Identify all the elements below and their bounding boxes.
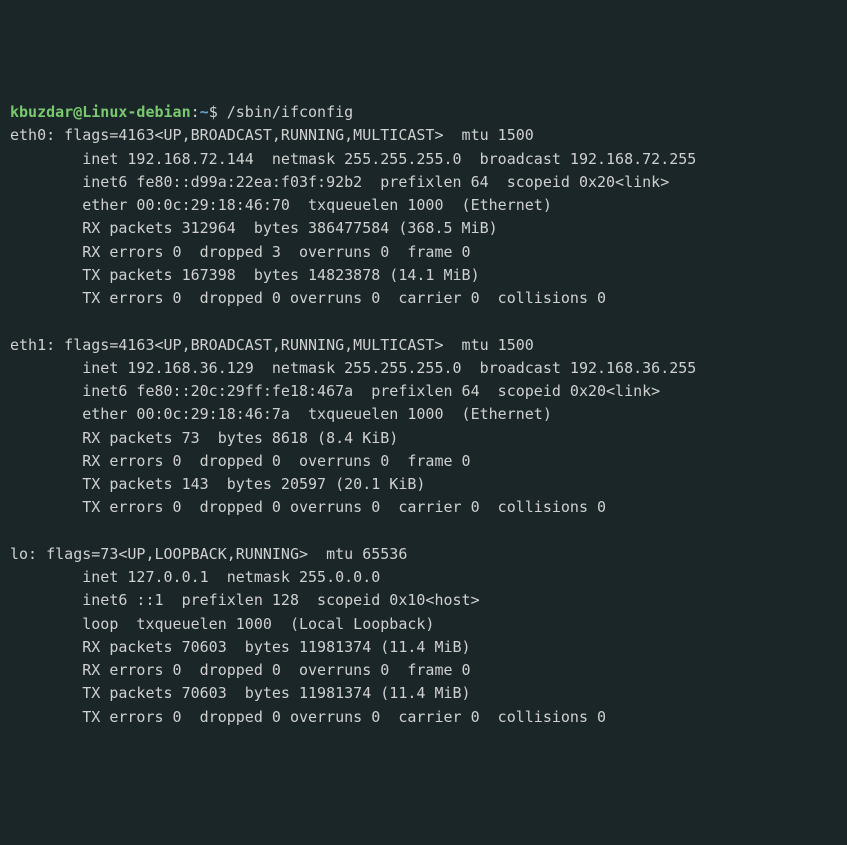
prompt-colon: : [191, 103, 200, 121]
ifconfig-output: eth0: flags=4163<UP,BROADCAST,RUNNING,MU… [10, 124, 837, 729]
prompt-dollar: $ [209, 103, 227, 121]
command-text: /sbin/ifconfig [227, 103, 353, 121]
prompt-line: kbuzdar@Linux-debian:~$ /sbin/ifconfig [10, 103, 353, 121]
prompt-user-host: kbuzdar@Linux-debian [10, 103, 191, 121]
prompt-path: ~ [200, 103, 209, 121]
